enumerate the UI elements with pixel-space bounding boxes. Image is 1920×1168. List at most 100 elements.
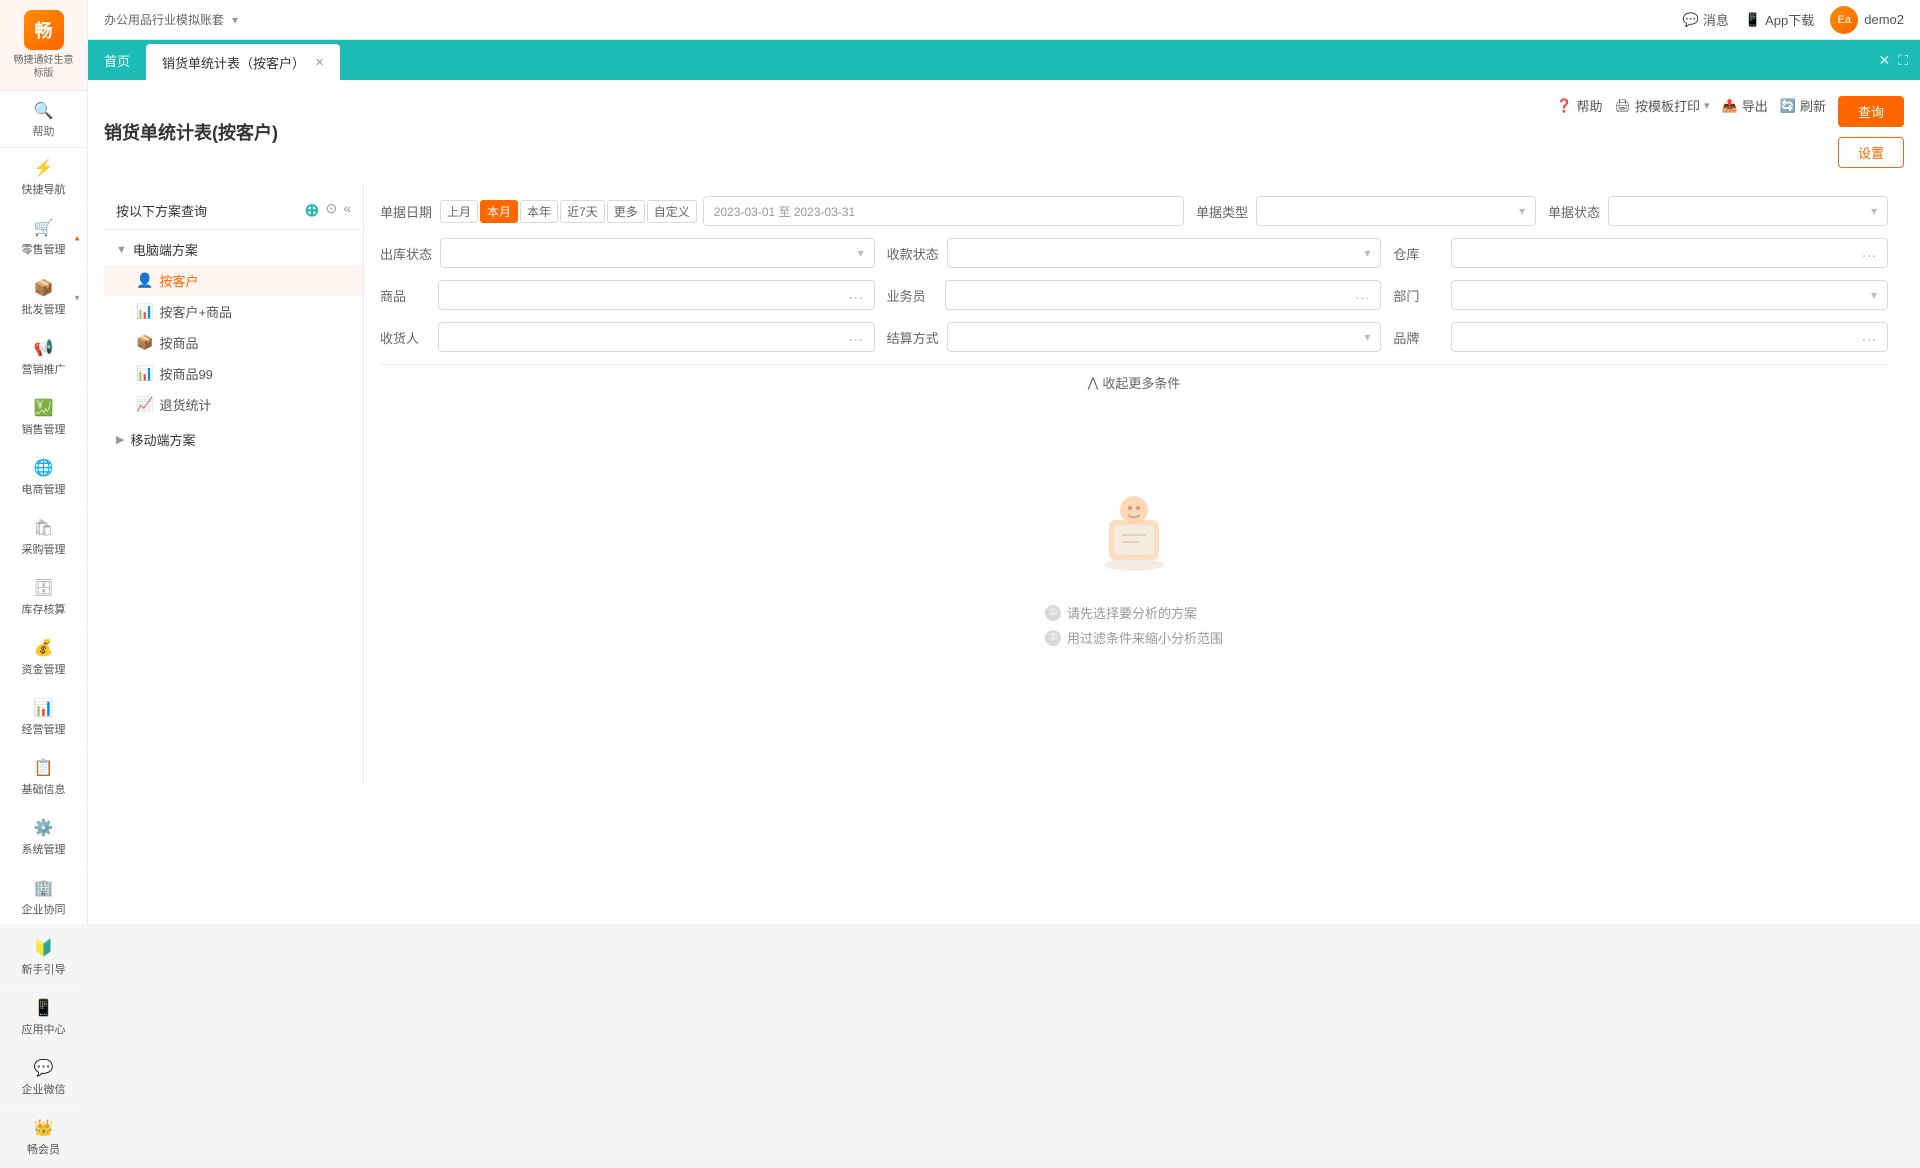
sidebar-item-corpwx[interactable]: 💬 企业微信 — [0, 1048, 87, 1108]
tab-sales-stat[interactable]: 销货单统计表（按客户） ✕ — [146, 44, 340, 80]
tree-mobile-scheme[interactable]: ▶ 移动端方案 — [104, 424, 363, 455]
dropdown-arrow[interactable]: ▾ — [232, 13, 238, 27]
topbar-right: 💬 消息 📱 App下载 Ea demo2 — [1683, 6, 1904, 34]
top-bar: 办公用品行业模拟账套 ▾ 💬 消息 📱 App下载 Ea demo2 — [88, 0, 1920, 40]
enterprise-icon: 🏢 — [34, 878, 54, 898]
help-button[interactable]: ❓ 帮助 — [1556, 96, 1602, 115]
filter-row-recipient: 收货人 … 结算方式 ▾ — [380, 322, 1888, 352]
sidebar-item-wholesale[interactable]: 📦 批发管理 — [0, 268, 87, 328]
sidebar-search[interactable]: 🔍 帮助 — [0, 91, 87, 148]
sidebar-item-retail[interactable]: 🛒 零售管理 — [0, 208, 87, 268]
order-status-chevron: ▾ — [1871, 204, 1877, 218]
sidebar-item-member[interactable]: 👑 畅会员 — [0, 1108, 87, 1168]
avatar: Ea — [1830, 6, 1858, 34]
query-button[interactable]: 查询 — [1838, 96, 1904, 127]
tab-close-all-icon[interactable]: ✕ — [1878, 52, 1890, 69]
tree-item-return-stat[interactable]: 📈 退货统计 — [104, 389, 363, 420]
tab-bar: 首页 销货单统计表（按客户） ✕ ✕ ⛶ — [88, 40, 1920, 80]
tree-desktop-scheme[interactable]: ▼ 电脑端方案 — [104, 234, 363, 265]
tree-item-by-customer[interactable]: 👤 按客户 — [104, 265, 363, 296]
filter-date-item: 单据日期 上月 本月 本年 近7天 更多 自定义 — [380, 196, 1184, 226]
sidebar-item-base[interactable]: 📋 基础信息 — [0, 748, 87, 808]
date-btn-custom[interactable]: 自定义 — [647, 200, 697, 223]
collapse-panel-icon[interactable]: « — [343, 200, 351, 221]
tree-mobile-label: 移动端方案 — [130, 430, 195, 449]
department-select[interactable]: ▾ — [1451, 280, 1888, 310]
settlement-select[interactable]: ▾ — [947, 322, 1382, 352]
tab-close-icon[interactable]: ✕ — [315, 56, 324, 69]
tree-item-by-customer-goods[interactable]: 📊 按客户+商品 — [104, 296, 363, 327]
sidebar-item-enterprise[interactable]: 🏢 企业协同 — [0, 868, 87, 928]
app-download-button[interactable]: 📱 App下载 — [1745, 10, 1814, 29]
sidebar-item-purchase[interactable]: 🛍 采购管理 — [0, 508, 87, 568]
sidebar-item-marketing[interactable]: 📢 营销推广 — [0, 328, 87, 388]
add-scheme-icon[interactable]: ⊕ — [304, 200, 319, 221]
sidebar-item-inventory[interactable]: 🗄 库存核算 — [0, 568, 87, 628]
sidebar-item-quicknav[interactable]: ⚡ 快捷导航 — [0, 148, 87, 208]
operation-label: 经营管理 — [22, 721, 66, 737]
logo-area: 畅 畅捷通好生意标版 — [0, 0, 87, 91]
left-panel-actions: ⊕ ⊙ « — [304, 200, 351, 221]
sidebar-item-sales[interactable]: 💹 销售管理 — [0, 388, 87, 448]
date-quick-buttons: 上月 本月 本年 近7天 更多 自定义 — [440, 200, 697, 223]
sidebar-item-system[interactable]: ⚙️ 系统管理 — [0, 808, 87, 868]
refresh-button[interactable]: 🔄 刷新 — [1780, 96, 1826, 115]
collapse-label: 收起更多条件 — [1102, 373, 1180, 392]
print-label: 按模板打印 — [1635, 96, 1700, 115]
sidebar-item-finance[interactable]: 💰 资金管理 — [0, 628, 87, 688]
ship-status-select[interactable]: ▾ — [440, 238, 875, 268]
sidebar-item-newbie[interactable]: 🔰 新手引导 — [0, 928, 87, 988]
ecommerce-label: 电商管理 — [22, 481, 66, 497]
date-btn-more[interactable]: 更多 — [607, 200, 645, 223]
collapse-bar[interactable]: ⋀ 收起更多条件 — [380, 364, 1888, 400]
edit-scheme-icon[interactable]: ⊙ — [325, 200, 337, 221]
brand-dots: … — [1861, 328, 1877, 346]
sidebar-item-appcenter[interactable]: 📱 应用中心 — [0, 988, 87, 1048]
sidebar-item-ecommerce[interactable]: 🌐 电商管理 — [0, 448, 87, 508]
date-btn-lastmonth[interactable]: 上月 — [440, 200, 478, 223]
warehouse-select[interactable]: … — [1451, 238, 1888, 268]
goods-label: 商品 — [380, 286, 430, 305]
print-dropdown-icon[interactable]: ▾ — [1704, 99, 1710, 112]
brand-select[interactable]: … — [1451, 322, 1888, 352]
order-type-select[interactable]: ▾ — [1256, 196, 1536, 226]
payment-status-select[interactable]: ▾ — [947, 238, 1382, 268]
filter-recipient-item: 收货人 … — [380, 322, 875, 352]
action-buttons: 查询 设置 — [1838, 96, 1904, 168]
order-status-select[interactable]: ▾ — [1608, 196, 1888, 226]
retail-icon: 🛒 — [34, 218, 54, 238]
sidebar-item-operation[interactable]: 📊 经营管理 — [0, 688, 87, 748]
message-button[interactable]: 💬 消息 — [1683, 10, 1729, 29]
tab-maximize-icon[interactable]: ⛶ — [1898, 52, 1908, 69]
export-button[interactable]: 📤 导出 — [1722, 96, 1768, 115]
left-panel: 按以下方案查询 ⊕ ⊙ « ▼ 电脑端方案 👤 按客户 — [104, 184, 364, 784]
date-range-input[interactable]: 2023-03-01 至 2023-03-31 — [703, 196, 1184, 226]
date-btn-7days[interactable]: 近7天 — [560, 200, 605, 223]
print-button[interactable]: 🖨 按模板打印 ▾ — [1615, 96, 1710, 115]
page-content: 销货单统计表(按客户) ❓ 帮助 🖨 按模板打印 ▾ 📤 — [88, 80, 1920, 924]
collapse-icon: ⋀ — [1088, 375, 1099, 391]
tab-home[interactable]: 首页 — [88, 40, 146, 80]
tree-item-by-goods99[interactable]: 📊 按商品99 — [104, 358, 363, 389]
ship-chevron: ▾ — [858, 246, 864, 260]
recipient-dots: … — [848, 328, 864, 346]
goods-select[interactable]: … — [438, 280, 875, 310]
refresh-icon: 🔄 — [1780, 98, 1796, 114]
settings-button[interactable]: 设置 — [1838, 137, 1904, 168]
newbie-label: 新手引导 — [22, 961, 66, 977]
empty-tip-1: ① 请先选择要分析的方案 — [1045, 603, 1223, 622]
user-area[interactable]: Ea demo2 — [1830, 6, 1904, 34]
warehouse-dots: … — [1861, 244, 1877, 262]
date-btn-thismonth[interactable]: 本月 — [480, 200, 518, 223]
salesman-select[interactable]: … — [945, 280, 1382, 310]
empty-illustration — [1084, 480, 1184, 583]
page-title: 销货单统计表(按客户) — [104, 119, 278, 145]
refresh-label: 刷新 — [1800, 96, 1826, 115]
retail-label: 零售管理 — [22, 241, 66, 257]
print-icon: 🖨 — [1615, 98, 1632, 114]
recipient-select[interactable]: … — [438, 322, 875, 352]
purchase-label: 采购管理 — [22, 541, 66, 557]
finance-label: 资金管理 — [22, 661, 66, 677]
date-btn-thisyear[interactable]: 本年 — [520, 200, 558, 223]
tree-item-by-goods[interactable]: 📦 按商品 — [104, 327, 363, 358]
